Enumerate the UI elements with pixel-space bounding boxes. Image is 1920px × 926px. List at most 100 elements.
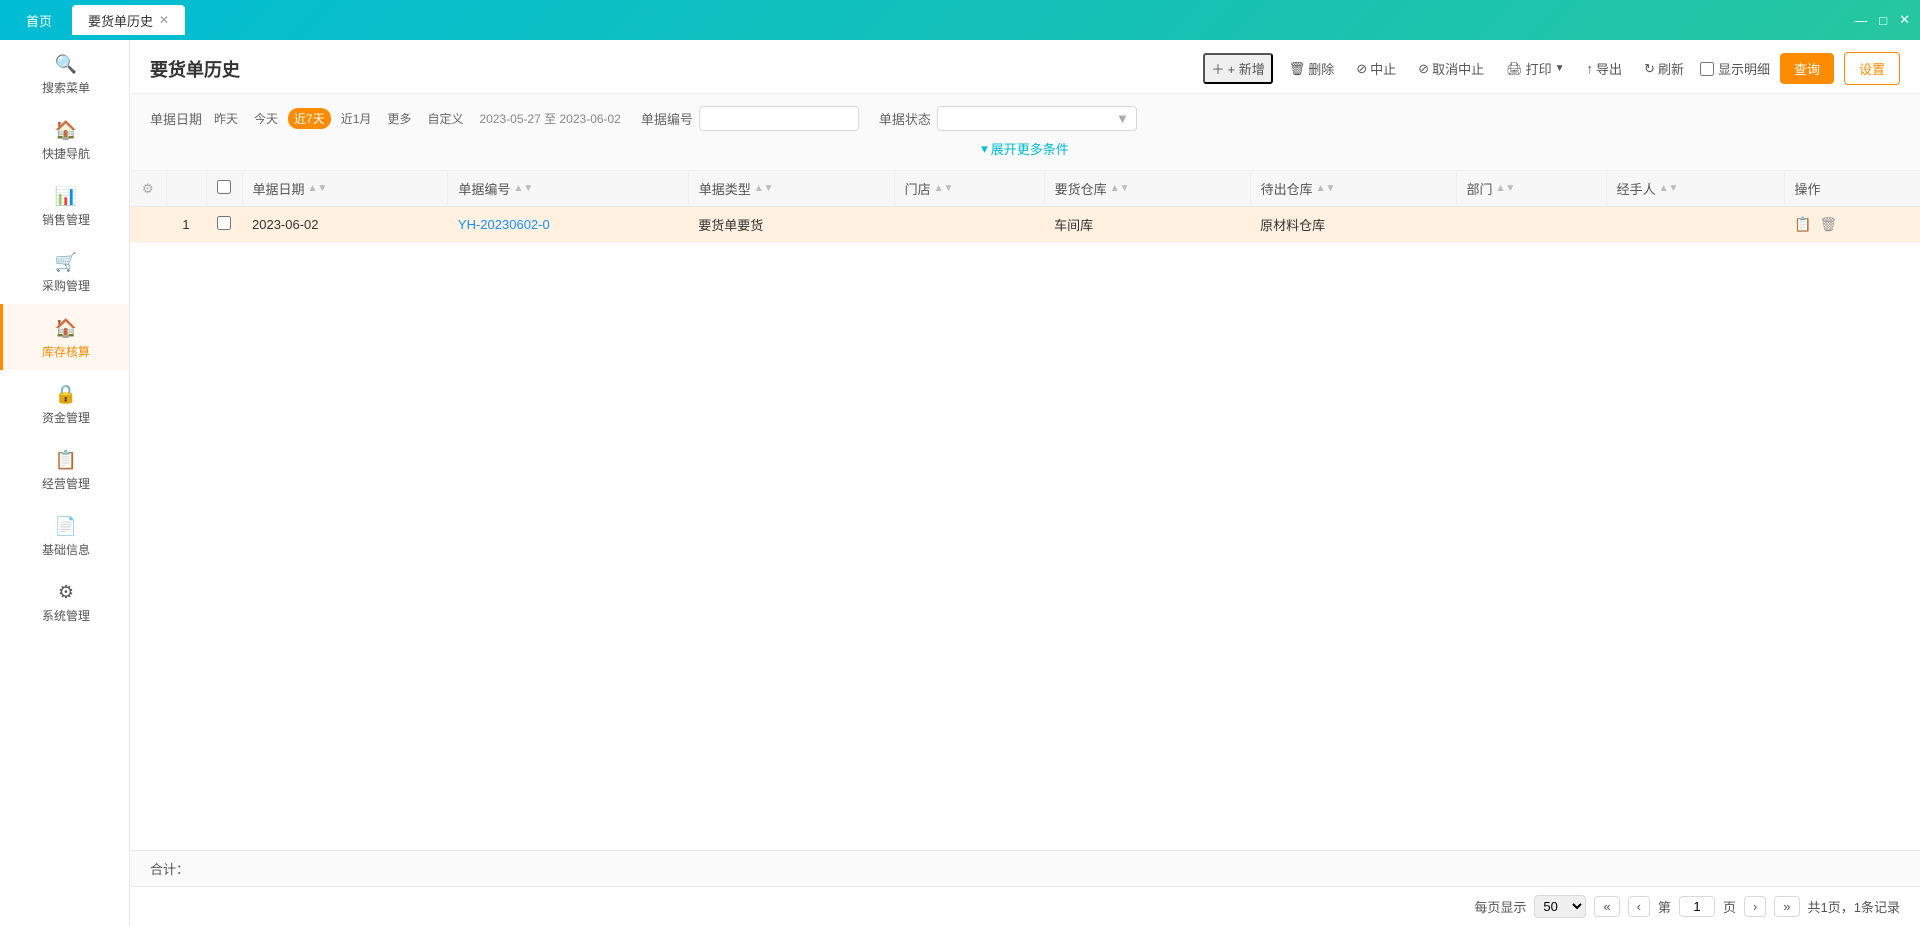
pending-warehouse-sort-icon: ▲▼ <box>1316 184 1336 194</box>
filter-area: 单据日期 昨天 今天 近7天 近1月 更多 自定义 2023-05-27 至 2… <box>130 94 1920 171</box>
sidebar-item-search-menu[interactable]: 🔍 搜索菜单 <box>0 40 129 106</box>
delete-label: 删除 <box>1308 59 1334 78</box>
th-department-label: 部门 <box>1467 179 1493 198</box>
print-arrow-icon: ▼ <box>1555 63 1565 74</box>
export-button[interactable]: ↑ 导出 <box>1581 55 1629 82</box>
sidebar-item-operations-mgmt[interactable]: 📋 经营管理 <box>0 436 129 502</box>
sidebar-item-inventory-calc[interactable]: 🏠 库存核算 <box>0 304 129 370</box>
doc-number-input[interactable] <box>699 106 859 131</box>
export-label: 导出 <box>1596 59 1622 78</box>
date-filter-group: 单据日期 昨天 今天 近7天 近1月 更多 自定义 2023-05-27 至 2… <box>150 108 621 129</box>
cancel-stop-button[interactable]: ⊘ 取消中止 <box>1412 55 1490 82</box>
date-opt-last7days[interactable]: 近7天 <box>288 108 331 129</box>
th-date-sortable[interactable]: 单据日期 ▲▼ <box>253 179 438 198</box>
page-number-input[interactable] <box>1679 896 1715 917</box>
close-button[interactable]: ✕ <box>1899 12 1910 28</box>
select-all-checkbox[interactable] <box>217 180 231 194</box>
th-department: 部门 ▲▼ <box>1456 171 1606 207</box>
settings-button[interactable]: 设置 <box>1844 52 1900 85</box>
page-input-suffix: 页 <box>1723 897 1736 916</box>
page-size-select[interactable]: 10 20 50 100 <box>1534 895 1586 918</box>
expand-more-button[interactable]: ▾ 展开更多条件 <box>150 139 1900 158</box>
refresh-label: 刷新 <box>1658 59 1684 78</box>
th-date: 单据日期 ▲▼ <box>242 171 448 207</box>
tab-close-icon[interactable]: ✕ <box>159 13 169 27</box>
quick-nav-icon: 🏠 <box>55 120 77 141</box>
new-button[interactable]: ＋ + 新增 <box>1203 53 1272 84</box>
th-req-warehouse-sortable[interactable]: 要货仓库 ▲▼ <box>1055 179 1240 198</box>
delete-action-icon[interactable]: 🗑 <box>1819 216 1837 233</box>
filter-row-1: 单据日期 昨天 今天 近7天 近1月 更多 自定义 2023-05-27 至 2… <box>150 106 1900 131</box>
next-page-button[interactable]: › <box>1744 896 1766 917</box>
th-doctype: 单据类型 ▲▼ <box>688 171 894 207</box>
date-opt-custom[interactable]: 自定义 <box>421 108 469 129</box>
minimize-button[interactable]: — <box>1854 13 1867 28</box>
show-detail-toggle[interactable]: 显示明细 <box>1700 59 1770 78</box>
sidebar-item-basic-info[interactable]: 📄 基础信息 <box>0 502 129 568</box>
sidebar-inventory-calc-label: 库存核算 <box>42 343 90 360</box>
cancel-stop-label: 取消中止 <box>1432 59 1484 78</box>
system-mgmt-icon: ⚙ <box>58 582 74 603</box>
finance-mgmt-icon: 🔒 <box>55 384 77 405</box>
toolbar: ＋ + 新增 🗑 删除 ⊘ 中止 ⊘ 取消中止 🖨 打印 <box>1203 52 1900 85</box>
td-pending-warehouse: 原材料仓库 <box>1250 207 1456 243</box>
status-filter-group: 单据状态 待审核 已审核 已中止 ▼ <box>879 106 1137 131</box>
table-header: ⚙ 单据日期 ▲▼ <box>130 171 1920 207</box>
delete-icon: 🗑 <box>1289 61 1306 77</box>
table-area: ⚙ 单据日期 ▲▼ <box>130 171 1920 850</box>
th-docno-sortable[interactable]: 单据编号 ▲▼ <box>458 179 677 198</box>
date-range-display: 2023-05-27 至 2023-06-02 <box>479 110 620 127</box>
th-pending-warehouse: 待出仓库 ▲▼ <box>1250 171 1456 207</box>
delete-button[interactable]: 🗑 删除 <box>1283 55 1341 82</box>
sidebar-item-finance-mgmt[interactable]: 🔒 资金管理 <box>0 370 129 436</box>
td-settings <box>130 207 166 243</box>
top-bar-right: — □ ✕ <box>1854 12 1910 28</box>
date-opt-last1month[interactable]: 近1月 <box>335 108 378 129</box>
th-doctype-sortable[interactable]: 单据类型 ▲▼ <box>699 179 884 198</box>
date-opt-today[interactable]: 今天 <box>248 108 284 129</box>
show-detail-checkbox[interactable] <box>1700 62 1714 76</box>
settings-col-icon[interactable]: ⚙ <box>142 181 154 196</box>
sidebar-quick-nav-label: 快捷导航 <box>42 145 90 162</box>
doc-number-filter-group: 单据编号 <box>641 106 859 131</box>
th-department-sortable[interactable]: 部门 ▲▼ <box>1467 179 1596 198</box>
handler-sort-icon: ▲▼ <box>1659 184 1679 194</box>
th-handler-sortable[interactable]: 经手人 ▲▼ <box>1617 179 1774 198</box>
tab-home[interactable]: 首页 <box>10 5 68 35</box>
main-layout: 🔍 搜索菜单 🏠 快捷导航 📊 销售管理 🛒 采购管理 🏠 库存核算 🔒 资金管… <box>0 40 1920 926</box>
query-button[interactable]: 查询 <box>1780 53 1834 84</box>
row-checkbox[interactable] <box>217 216 231 230</box>
th-pending-warehouse-sortable[interactable]: 待出仓库 ▲▼ <box>1261 179 1446 198</box>
sidebar-item-quick-nav[interactable]: 🏠 快捷导航 <box>0 106 129 172</box>
expand-more-label: 展开更多条件 <box>991 139 1069 158</box>
last-page-button[interactable]: » <box>1774 896 1799 917</box>
stop-button[interactable]: ⊘ 中止 <box>1350 55 1402 82</box>
edit-action-icon[interactable]: 📋 <box>1794 216 1811 233</box>
print-button[interactable]: 🖨 打印 ▼ <box>1500 55 1570 82</box>
sidebar-item-purchase-mgmt[interactable]: 🛒 采购管理 <box>0 238 129 304</box>
td-department <box>1456 207 1606 243</box>
th-store-sortable[interactable]: 门店 ▲▼ <box>905 179 1034 198</box>
first-page-button[interactable]: « <box>1594 896 1619 917</box>
th-docno: 单据编号 ▲▼ <box>448 171 688 207</box>
refresh-button[interactable]: ↻ 刷新 <box>1638 55 1690 82</box>
status-select[interactable]: 待审核 已审核 已中止 <box>937 106 1137 131</box>
search-menu-icon: 🔍 <box>55 54 77 75</box>
sidebar-item-system-mgmt[interactable]: ⚙ 系统管理 <box>0 568 129 634</box>
td-checkbox <box>206 207 242 243</box>
top-bar: 首页 要货单历史 ✕ — □ ✕ <box>0 0 1920 40</box>
prev-page-button[interactable]: ‹ <box>1628 896 1650 917</box>
th-num <box>166 171 206 207</box>
tab-requisition-history[interactable]: 要货单历史 ✕ <box>72 5 185 35</box>
sidebar-purchase-mgmt-label: 采购管理 <box>42 277 90 294</box>
doc-no-link[interactable]: YH-20230602-0 <box>458 217 550 232</box>
maximize-button[interactable]: □ <box>1879 13 1887 28</box>
docno-sort-icon: ▲▼ <box>513 184 533 194</box>
date-opt-yesterday[interactable]: 昨天 <box>208 108 244 129</box>
purchase-mgmt-icon: 🛒 <box>55 252 77 273</box>
date-opt-more[interactable]: 更多 <box>381 108 417 129</box>
date-filter-label: 单据日期 <box>150 109 202 128</box>
sidebar-item-sales-mgmt[interactable]: 📊 销售管理 <box>0 172 129 238</box>
basic-info-icon: 📄 <box>55 516 77 537</box>
page-size-label: 每页显示 <box>1474 897 1526 916</box>
